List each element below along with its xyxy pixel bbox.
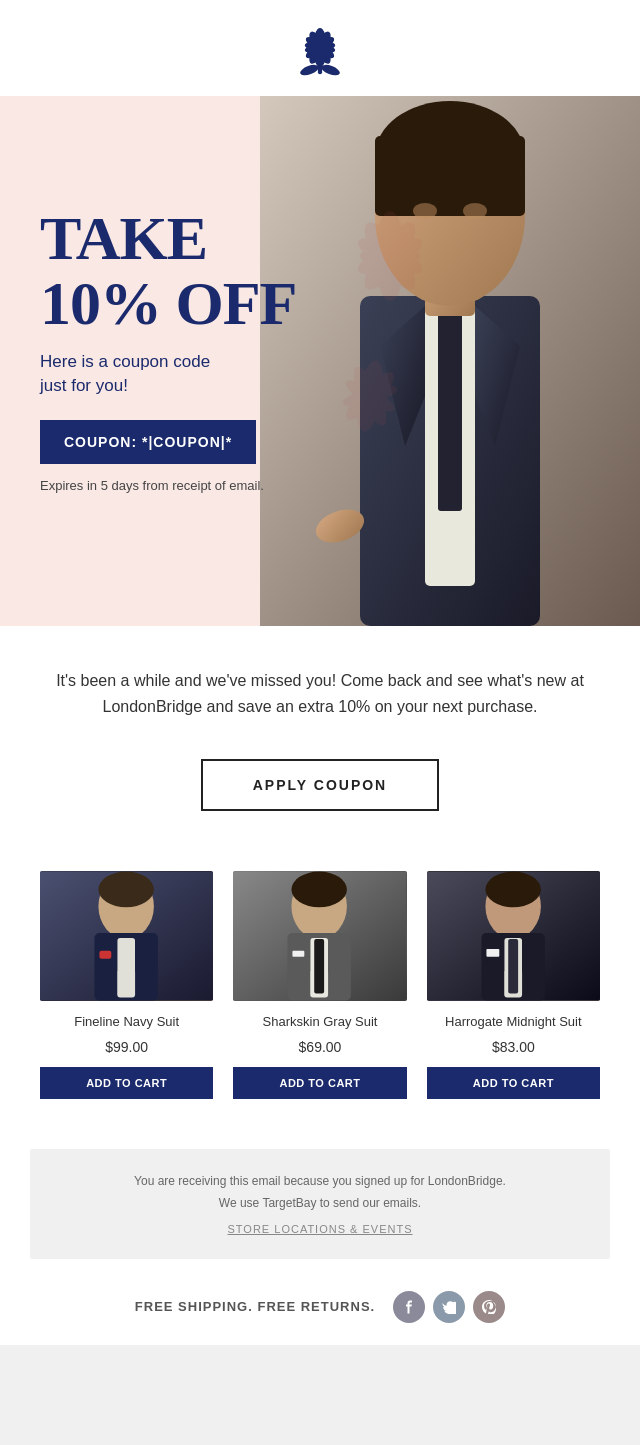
product-card-3: Harrogate Midnight Suit $83.00 ADD TO CA… [427, 871, 600, 1099]
logo-icon [285, 18, 355, 78]
svg-rect-42 [99, 951, 111, 959]
svg-point-45 [292, 872, 347, 908]
add-to-cart-button-2[interactable]: ADD TO CART [233, 1067, 406, 1099]
svg-rect-50 [315, 939, 325, 993]
floral-decoration [290, 156, 490, 516]
svg-point-16 [360, 247, 420, 265]
hero-subtitle: Here is a coupon code just for you! [40, 350, 296, 398]
product-image-2 [233, 871, 406, 1001]
hero-content: TAKE 10% OFF Here is a coupon code just … [40, 206, 296, 493]
facebook-icon[interactable] [393, 1291, 425, 1323]
product-card-2: Sharkskin Gray Suit $69.00 ADD TO CART [233, 871, 406, 1099]
coupon-button[interactable]: COUPON: *|COUPON|* [40, 420, 256, 464]
shipping-text: FREE SHIPPING. FREE RETURNS. [135, 1299, 375, 1314]
product-name-3: Harrogate Midnight Suit [427, 1013, 600, 1031]
social-icons [393, 1291, 505, 1323]
pinterest-icon[interactable] [473, 1291, 505, 1323]
body-text-section: It's been a while and we've missed you! … [0, 626, 640, 749]
add-to-cart-button-1[interactable]: ADD TO CART [40, 1067, 213, 1099]
product-image-3 [427, 871, 600, 1001]
header [0, 0, 640, 96]
svg-point-37 [98, 872, 153, 908]
svg-rect-59 [508, 939, 518, 993]
product-card-1: Fineline Navy Suit $99.00 ADD TO CART [40, 871, 213, 1099]
product-image-1 [40, 871, 213, 1001]
svg-rect-39 [117, 938, 135, 997]
svg-rect-7 [318, 64, 322, 74]
twitter-icon[interactable] [433, 1291, 465, 1323]
hero-title: TAKE 10% OFF [40, 206, 296, 336]
product-price-2: $69.00 [233, 1039, 406, 1055]
svg-rect-51 [293, 951, 305, 957]
hero-section: TAKE 10% OFF Here is a coupon code just … [0, 96, 640, 626]
email-wrapper: TAKE 10% OFF Here is a coupon code just … [0, 0, 640, 1345]
svg-point-54 [485, 872, 540, 908]
product-name-1: Fineline Navy Suit [40, 1013, 213, 1031]
add-to-cart-button-3[interactable]: ADD TO CART [427, 1067, 600, 1099]
footer-info-box: You are receiving this email because you… [30, 1149, 610, 1258]
store-locations-link[interactable]: STORE LOCATIONS & EVENTS [228, 1223, 413, 1235]
svg-rect-60 [486, 949, 499, 957]
apply-coupon-button[interactable]: APPLY COUPON [201, 759, 439, 811]
hero-expiry-text: Expires in 5 days from receipt of email. [40, 478, 296, 493]
footer-info-line2: We use TargetBay to send our emails. [60, 1193, 580, 1215]
body-message: It's been a while and we've missed you! … [40, 668, 600, 719]
products-section: Fineline Navy Suit $99.00 ADD TO CART [0, 851, 640, 1139]
footer-info-line1: You are receiving this email because you… [60, 1171, 580, 1193]
footer-bottom: FREE SHIPPING. FREE RETURNS. [0, 1269, 640, 1345]
product-price-3: $83.00 [427, 1039, 600, 1055]
product-name-2: Sharkskin Gray Suit [233, 1013, 406, 1031]
apply-coupon-section: APPLY COUPON [0, 749, 640, 851]
product-price-1: $99.00 [40, 1039, 213, 1055]
